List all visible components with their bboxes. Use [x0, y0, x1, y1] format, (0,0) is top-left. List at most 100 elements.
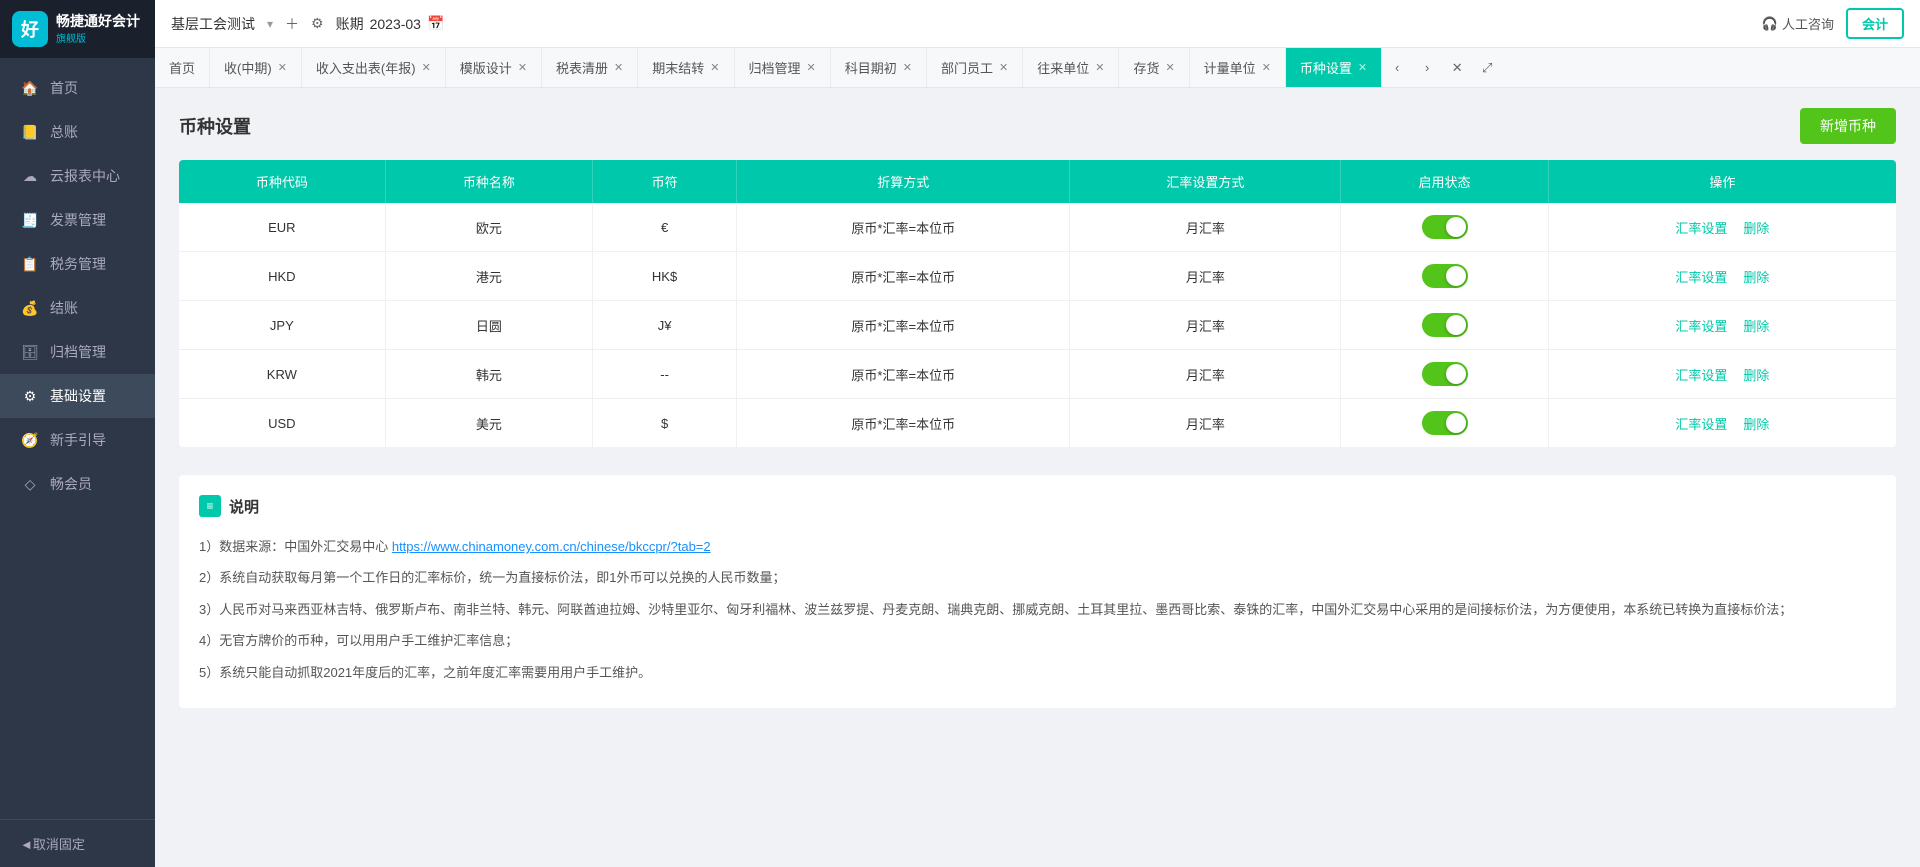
- sidebar-item-archive[interactable]: 🗄归档管理: [0, 330, 155, 374]
- rate-settings-link[interactable]: 汇率设置: [1675, 417, 1727, 432]
- calc-method: 原币*汇率=本位币: [737, 399, 1070, 448]
- tab-next-btn[interactable]: ›: [1412, 48, 1442, 87]
- enabled-toggle[interactable]: [1422, 264, 1468, 288]
- tab-close-icon[interactable]: ✕: [807, 61, 816, 74]
- invoice-icon: 🧾: [20, 210, 40, 230]
- enabled-cell: [1341, 252, 1548, 301]
- tab-close-icon[interactable]: ✕: [518, 61, 527, 74]
- sidebar-item-tax[interactable]: 📋税务管理: [0, 242, 155, 286]
- nav-label: 新手引导: [50, 430, 106, 450]
- notes-list: 1）数据来源：中国外汇交易中心 https://www.chinamoney.c…: [199, 531, 1876, 688]
- tab-close-icon[interactable]: ✕: [614, 61, 623, 74]
- tab-label: 期末结转: [652, 58, 704, 77]
- tab-存货[interactable]: 存货 ✕: [1119, 48, 1189, 87]
- delete-link[interactable]: 删除: [1743, 319, 1769, 334]
- sidebar-nav: 🏠首页📒总账☁云报表中心 🧾 发票管理 📋税务管理 💰 结账 🗄归档管理⚙基础设置🧭新手引导…: [0, 58, 155, 819]
- add-tab-btn[interactable]: ＋: [285, 14, 299, 34]
- sidebar-item-invoice[interactable]: 🧾 发票管理: [0, 198, 155, 242]
- tab-close-icon[interactable]: ✕: [903, 61, 912, 74]
- period-display: 账期 2023-03 📅: [336, 14, 445, 34]
- tab-收(中期)[interactable]: 收(中期) ✕: [210, 48, 302, 87]
- rate-settings-link[interactable]: 汇率设置: [1675, 270, 1727, 285]
- sidebar-item-ledger[interactable]: 📒总账: [0, 110, 155, 154]
- notes-item: 2）系统自动获取每月第一个工作日的汇率标价，统一为直接标价法，即1外币可以兑换的…: [199, 562, 1876, 593]
- currency-symbol: --: [593, 350, 737, 399]
- currency-name: 日圆: [385, 301, 592, 350]
- nav-label: 结账: [50, 298, 78, 318]
- tab-币种设置[interactable]: 币种设置 ✕: [1286, 48, 1382, 87]
- enabled-toggle[interactable]: [1422, 362, 1468, 386]
- tab-部门员工[interactable]: 部门员工 ✕: [927, 48, 1023, 87]
- rate-type: 月汇率: [1070, 350, 1341, 399]
- delete-link[interactable]: 删除: [1743, 270, 1769, 285]
- page-header: 币种设置 新增币种: [179, 108, 1896, 144]
- tab-close-icon[interactable]: ✕: [1095, 61, 1104, 74]
- account-btn[interactable]: 会计: [1846, 8, 1904, 39]
- delete-link[interactable]: 删除: [1743, 368, 1769, 383]
- period-label: 账期: [336, 14, 364, 34]
- tab-计量单位[interactable]: 计量单位 ✕: [1190, 48, 1286, 87]
- toggle-knob: [1446, 266, 1466, 286]
- rate-type: 月汇率: [1070, 301, 1341, 350]
- sidebar-item-home[interactable]: 🏠首页: [0, 66, 155, 110]
- tab-归档管理[interactable]: 归档管理 ✕: [735, 48, 831, 87]
- tab-close-icon[interactable]: ✕: [999, 61, 1008, 74]
- col-header: 折算方式: [737, 160, 1070, 203]
- enabled-cell: [1341, 350, 1548, 399]
- new-currency-btn[interactable]: 新增币种: [1800, 108, 1896, 144]
- tab-科目期初[interactable]: 科目期初 ✕: [831, 48, 927, 87]
- tab-模版设计[interactable]: 模版设计 ✕: [446, 48, 542, 87]
- tab-close-icon[interactable]: ✕: [1262, 61, 1271, 74]
- sidebar-item-guide[interactable]: 🧭新手引导: [0, 418, 155, 462]
- tab-label: 税表清册: [556, 58, 608, 77]
- col-header: 启用状态: [1341, 160, 1548, 203]
- rate-settings-link[interactable]: 汇率设置: [1675, 319, 1727, 334]
- tab-收入支出表(年报)[interactable]: 收入支出表(年报) ✕: [302, 48, 446, 87]
- logo-text: 畅捷通好会计 旗舰版: [56, 13, 140, 45]
- sidebar-item-settings[interactable]: ⚙基础设置: [0, 374, 155, 418]
- sidebar-item-member[interactable]: ◇畅会员: [0, 462, 155, 506]
- tab-close-all-btn[interactable]: ✕: [1442, 48, 1472, 87]
- currency-code: JPY: [179, 301, 385, 350]
- checkout-icon: 💰: [20, 298, 40, 318]
- tab-往来单位[interactable]: 往来单位 ✕: [1023, 48, 1119, 87]
- sidebar-item-reports[interactable]: ☁云报表中心: [0, 154, 155, 198]
- tab-税表清册[interactable]: 税表清册 ✕: [542, 48, 638, 87]
- tab-expand-btn[interactable]: ⤢: [1472, 48, 1502, 87]
- sidebar-item-checkout[interactable]: 💰 结账: [0, 286, 155, 330]
- content-area: 币种设置 新增币种 币种代码币种名称币符折算方式汇率设置方式启用状态操作 EUR…: [155, 88, 1920, 867]
- delete-link[interactable]: 删除: [1743, 221, 1769, 236]
- enabled-toggle[interactable]: [1422, 215, 1468, 239]
- settings-icon[interactable]: ⚙: [311, 15, 324, 32]
- enabled-toggle[interactable]: [1422, 313, 1468, 337]
- tab-label: 归档管理: [749, 58, 801, 77]
- tab-close-icon[interactable]: ✕: [1165, 61, 1174, 74]
- tab-close-icon[interactable]: ✕: [278, 61, 287, 74]
- col-header: 币种名称: [385, 160, 592, 203]
- tab-close-icon[interactable]: ✕: [1358, 61, 1367, 74]
- tab-prev-btn[interactable]: ‹: [1382, 48, 1412, 87]
- nav-label: 发票管理: [50, 210, 106, 230]
- tab-close-icon[interactable]: ✕: [710, 61, 719, 74]
- service-btn[interactable]: 🎧 人工咨询: [1762, 14, 1834, 33]
- app-name: 畅捷通好会计: [56, 13, 140, 30]
- company-dropdown-icon[interactable]: ▾: [267, 17, 273, 31]
- notes-link[interactable]: https://www.chinamoney.com.cn/chinese/bk…: [392, 539, 711, 554]
- rate-settings-link[interactable]: 汇率设置: [1675, 368, 1727, 383]
- rate-settings-link[interactable]: 汇率设置: [1675, 221, 1727, 236]
- top-bar: 基层工会测试 ▾ ＋ ⚙ 账期 2023-03 📅 🎧 人工咨询 会计: [155, 0, 1920, 48]
- tab-label: 科目期初: [845, 58, 897, 77]
- notes-title: ≡ 说明: [199, 495, 1876, 517]
- currency-name: 美元: [385, 399, 592, 448]
- sidebar-footer[interactable]: ◄取消固定: [0, 819, 155, 867]
- enabled-toggle[interactable]: [1422, 411, 1468, 435]
- calendar-icon[interactable]: 📅: [427, 15, 444, 32]
- tab-首页[interactable]: 首页: [155, 48, 210, 87]
- toggle-knob: [1446, 217, 1466, 237]
- action-cell: 汇率设置 删除: [1548, 350, 1896, 399]
- tab-期末结转[interactable]: 期末结转 ✕: [638, 48, 734, 87]
- tab-close-icon[interactable]: ✕: [422, 61, 431, 74]
- table-row: USD美元$原币*汇率=本位币月汇率汇率设置删除: [179, 399, 1896, 448]
- delete-link[interactable]: 删除: [1743, 417, 1769, 432]
- action-cell: 汇率设置 删除: [1548, 301, 1896, 350]
